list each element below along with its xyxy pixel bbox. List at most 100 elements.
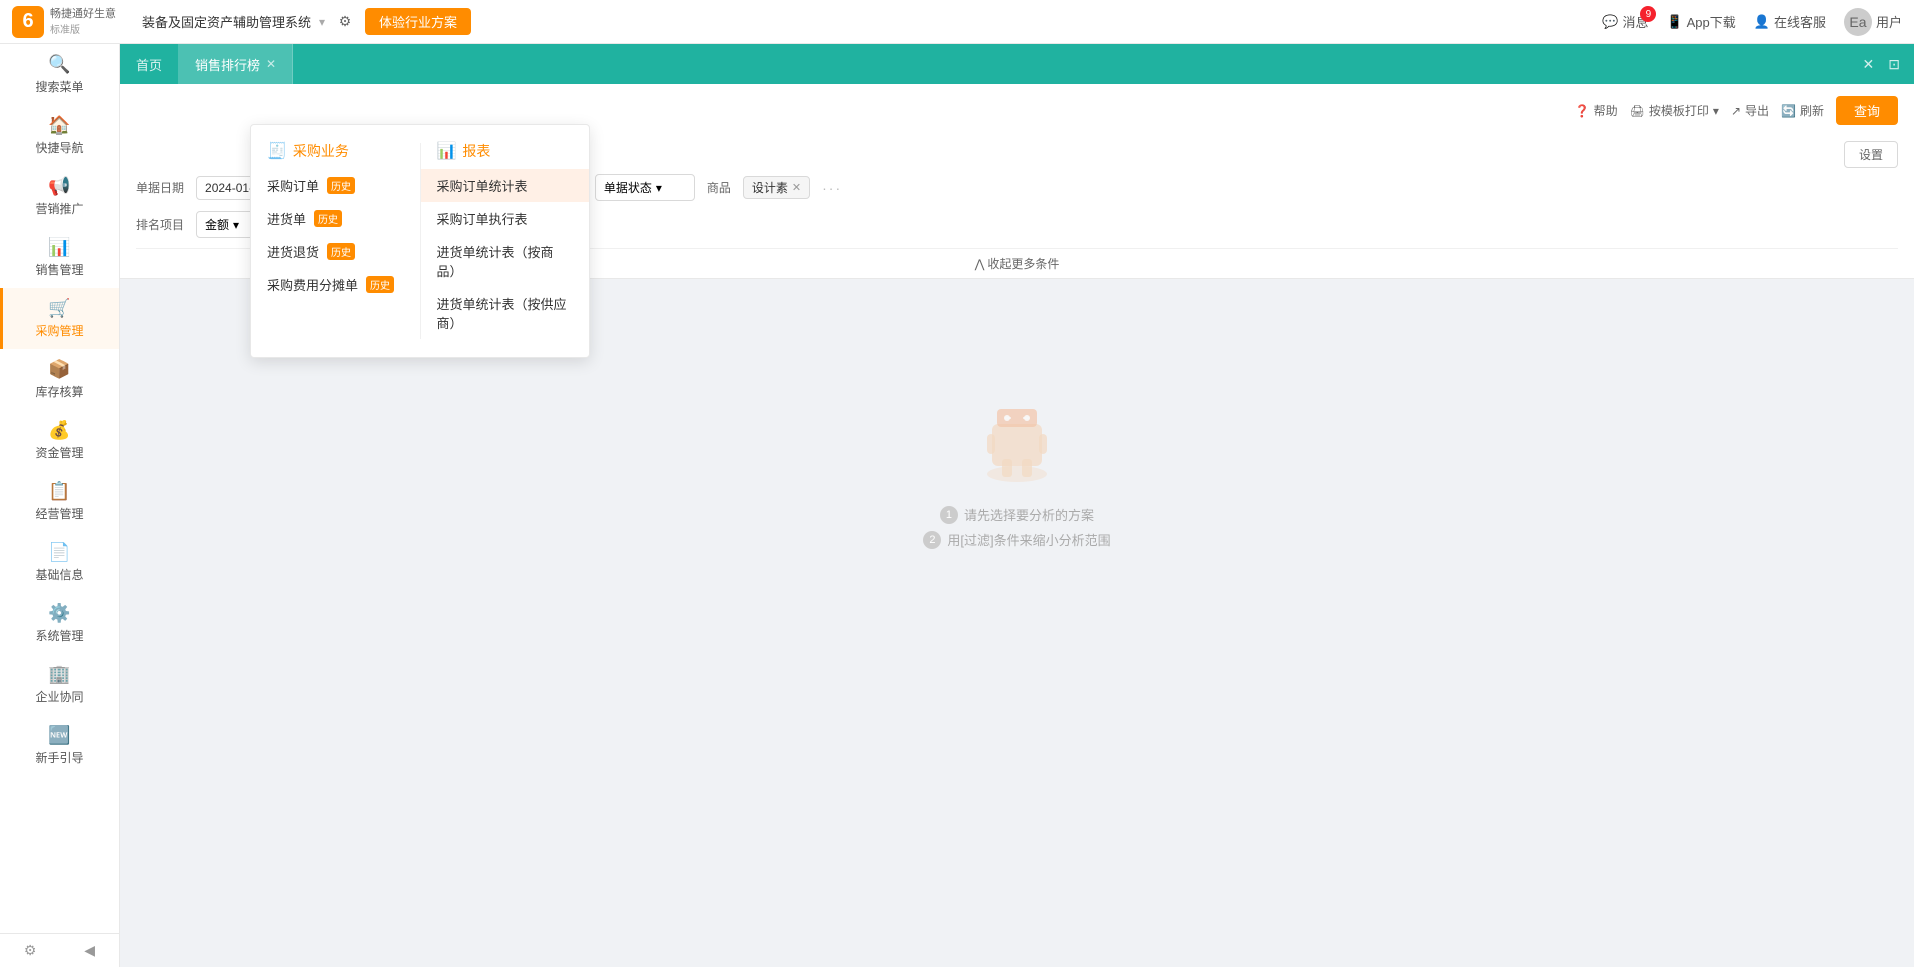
goods-tag-close[interactable]: ✕ bbox=[792, 181, 801, 194]
goods-tag: 设计素 ✕ bbox=[743, 176, 810, 199]
menu-item-purchase-order[interactable]: 采购订单 历史 bbox=[251, 169, 420, 202]
set-button[interactable]: 设置 bbox=[1844, 141, 1898, 168]
goods-label: 商品 bbox=[707, 179, 731, 196]
collapse-icon: ⋀ bbox=[975, 257, 985, 271]
basic-info-icon: 📄 bbox=[48, 542, 70, 563]
sidebar-item-operations[interactable]: 📋 经营管理 bbox=[0, 471, 119, 532]
sidebar-label: 资金管理 bbox=[35, 444, 83, 461]
dropdown-col-report: 📊 报表 采购订单统计表 采购订单执行表 进货单统计表（按商品） bbox=[421, 135, 590, 347]
online-service-button[interactable]: 👤 在线客服 bbox=[1754, 12, 1826, 31]
system-title-area: 装备及固定资产辅助管理系统 ▾ ⚙ 体验行业方案 bbox=[142, 8, 1602, 35]
sidebar-label: 基础信息 bbox=[35, 566, 83, 583]
sidebar-item-quick-nav[interactable]: 🏠 快捷导航 bbox=[0, 105, 119, 166]
page-content: ❓ 帮助 🖨 按模板打印 ▾ ↗ 导出 bbox=[120, 84, 1914, 967]
settings-icon[interactable]: ⚙ bbox=[333, 10, 357, 34]
history-badge: 历史 bbox=[327, 243, 355, 260]
app-download-button[interactable]: 📱 App下载 bbox=[1666, 12, 1735, 31]
system-icon: ⚙️ bbox=[48, 603, 70, 624]
sidebar-item-basic-info[interactable]: 📄 基础信息 bbox=[0, 532, 119, 593]
sidebar-item-finance[interactable]: 💰 资金管理 bbox=[0, 410, 119, 471]
tab-home[interactable]: 首页 bbox=[120, 44, 179, 84]
sidebar-label: 经营管理 bbox=[35, 505, 83, 522]
dropdown-arrow-icon[interactable]: ▾ bbox=[319, 15, 325, 29]
sidebar-settings-button[interactable]: ⚙ bbox=[24, 942, 37, 959]
home-icon: 🏠 bbox=[48, 115, 70, 136]
guide-icon: 🆕 bbox=[48, 725, 70, 746]
sidebar-item-system[interactable]: ⚙️ 系统管理 bbox=[0, 593, 119, 654]
menu-item-expense[interactable]: 采购费用分摊单 历史 bbox=[251, 268, 420, 301]
enterprise-icon: 🏢 bbox=[48, 664, 70, 685]
history-badge: 历史 bbox=[314, 210, 342, 227]
sidebar-item-purchase[interactable]: 🛒 采购管理 bbox=[0, 288, 119, 349]
sidebar-item-inventory[interactable]: 📦 库存核算 bbox=[0, 349, 119, 410]
empty-tip-2: 2 用[过滤]条件来缩小分析范围 bbox=[923, 530, 1110, 549]
ranking-arrow-icon: ▾ bbox=[233, 218, 239, 232]
print-button[interactable]: 🖨 按模板打印 ▾ bbox=[1630, 102, 1719, 119]
tab-close-icon[interactable]: ✕ bbox=[266, 57, 276, 71]
export-button[interactable]: ↗ 导出 bbox=[1731, 102, 1769, 119]
date-label: 单据日期 bbox=[136, 179, 184, 196]
status-select[interactable]: 单据状态 ▾ bbox=[595, 174, 695, 201]
sidebar-label: 企业协同 bbox=[35, 688, 83, 705]
logo-area: 6 畅捷通好生意 标准版 bbox=[12, 6, 132, 38]
history-badge: 历史 bbox=[366, 276, 394, 293]
sidebar-item-sales[interactable]: 📊 销售管理 bbox=[0, 227, 119, 288]
history-badge: 历史 bbox=[327, 177, 355, 194]
content-area: 首页 销售排行榜 ✕ ✕ ⊡ ❓ bbox=[120, 44, 1914, 967]
menu-item-incoming-stats-goods[interactable]: 进货单统计表（按商品） bbox=[421, 235, 590, 287]
logo-text: 畅捷通好生意 标准版 bbox=[50, 7, 116, 36]
user-button[interactable]: Ea 用户 bbox=[1844, 8, 1902, 36]
sidebar-label: 系统管理 bbox=[35, 627, 83, 644]
sidebar-item-marketing[interactable]: 📢 营销推广 bbox=[0, 166, 119, 227]
menu-item-purchase-order-stats[interactable]: 采购订单统计表 bbox=[421, 169, 590, 202]
sidebar-item-enterprise[interactable]: 🏢 企业协同 bbox=[0, 654, 119, 715]
empty-illustration bbox=[967, 389, 1067, 489]
export-icon: ↗ bbox=[1731, 104, 1741, 118]
dropdown-col-purchase: 🧾 采购业务 采购订单 历史 进货单 历史 进货退货 bbox=[251, 135, 420, 347]
top-header: 6 畅捷通好生意 标准版 装备及固定资产辅助管理系统 ▾ ⚙ 体验行业方案 💬 … bbox=[0, 0, 1914, 44]
purchase-icon: 🛒 bbox=[48, 298, 70, 319]
sidebar-bottom: ⚙ ◀ bbox=[0, 933, 119, 967]
purchase-section-header: 🧾 采购业务 bbox=[251, 135, 420, 169]
tab-sales-ranking[interactable]: 销售排行榜 ✕ bbox=[179, 44, 293, 84]
main-layout: 🔍 搜索菜单 🏠 快捷导航 📢 营销推广 📊 销售管理 🛒 采购管理 📦 库存核… bbox=[0, 44, 1914, 967]
menu-item-incoming[interactable]: 进货单 历史 bbox=[251, 202, 420, 235]
marketing-icon: 📢 bbox=[48, 176, 70, 197]
dropdown-columns: 🧾 采购业务 采购订单 历史 进货单 历史 进货退货 bbox=[251, 135, 589, 347]
sidebar-label: 库存核算 bbox=[35, 383, 83, 400]
sidebar-collapse-button[interactable]: ◀ bbox=[84, 942, 95, 959]
tab-close-window-button[interactable]: ✕ bbox=[1859, 54, 1879, 75]
industry-button[interactable]: 体验行业方案 bbox=[365, 8, 471, 35]
menu-item-incoming-stats-supplier[interactable]: 进货单统计表（按供应商） bbox=[421, 287, 590, 339]
sidebar-item-search-menu[interactable]: 🔍 搜索菜单 bbox=[0, 44, 119, 105]
ranking-label: 排名项目 bbox=[136, 216, 184, 233]
sidebar-label: 快捷导航 bbox=[35, 139, 83, 156]
purchase-dropdown-menu: 🧾 采购业务 采购订单 历史 进货单 历史 进货退货 bbox=[250, 124, 590, 358]
sidebar-label: 新手引导 bbox=[35, 749, 83, 766]
report-section-header: 📊 报表 bbox=[421, 135, 590, 169]
refresh-icon: 🔄 bbox=[1781, 104, 1796, 118]
phone-icon: 📱 bbox=[1666, 14, 1682, 30]
message-badge: 9 bbox=[1640, 6, 1656, 22]
menu-item-return[interactable]: 进货退货 历史 bbox=[251, 235, 420, 268]
status-arrow-icon: ▾ bbox=[656, 181, 662, 195]
sidebar: 🔍 搜索菜单 🏠 快捷导航 📢 营销推广 📊 销售管理 🛒 采购管理 📦 库存核… bbox=[0, 44, 120, 967]
operations-icon: 📋 bbox=[48, 481, 70, 502]
goods-more-button[interactable]: ··· bbox=[822, 180, 842, 196]
help-button[interactable]: ❓ 帮助 bbox=[1575, 102, 1618, 119]
tab-maximize-button[interactable]: ⊡ bbox=[1884, 54, 1904, 75]
logo-icon: 6 bbox=[12, 6, 44, 38]
message-icon: 💬 bbox=[1602, 14, 1618, 30]
refresh-button[interactable]: 🔄 刷新 bbox=[1781, 102, 1824, 119]
service-icon: 👤 bbox=[1754, 14, 1770, 30]
query-button[interactable]: 查询 bbox=[1836, 96, 1898, 125]
finance-icon: 💰 bbox=[48, 420, 70, 441]
inventory-icon: 📦 bbox=[48, 359, 70, 380]
search-icon: 🔍 bbox=[48, 54, 70, 75]
tab-controls: ✕ ⊡ bbox=[1849, 44, 1914, 84]
menu-item-purchase-order-exec[interactable]: 采购订单执行表 bbox=[421, 202, 590, 235]
empty-tip-1: 1 请先选择要分析的方案 bbox=[940, 505, 1094, 524]
sidebar-item-guide[interactable]: 🆕 新手引导 bbox=[0, 715, 119, 776]
message-button[interactable]: 💬 消息 9 bbox=[1602, 12, 1648, 31]
print-icon: 🖨 bbox=[1630, 104, 1645, 118]
